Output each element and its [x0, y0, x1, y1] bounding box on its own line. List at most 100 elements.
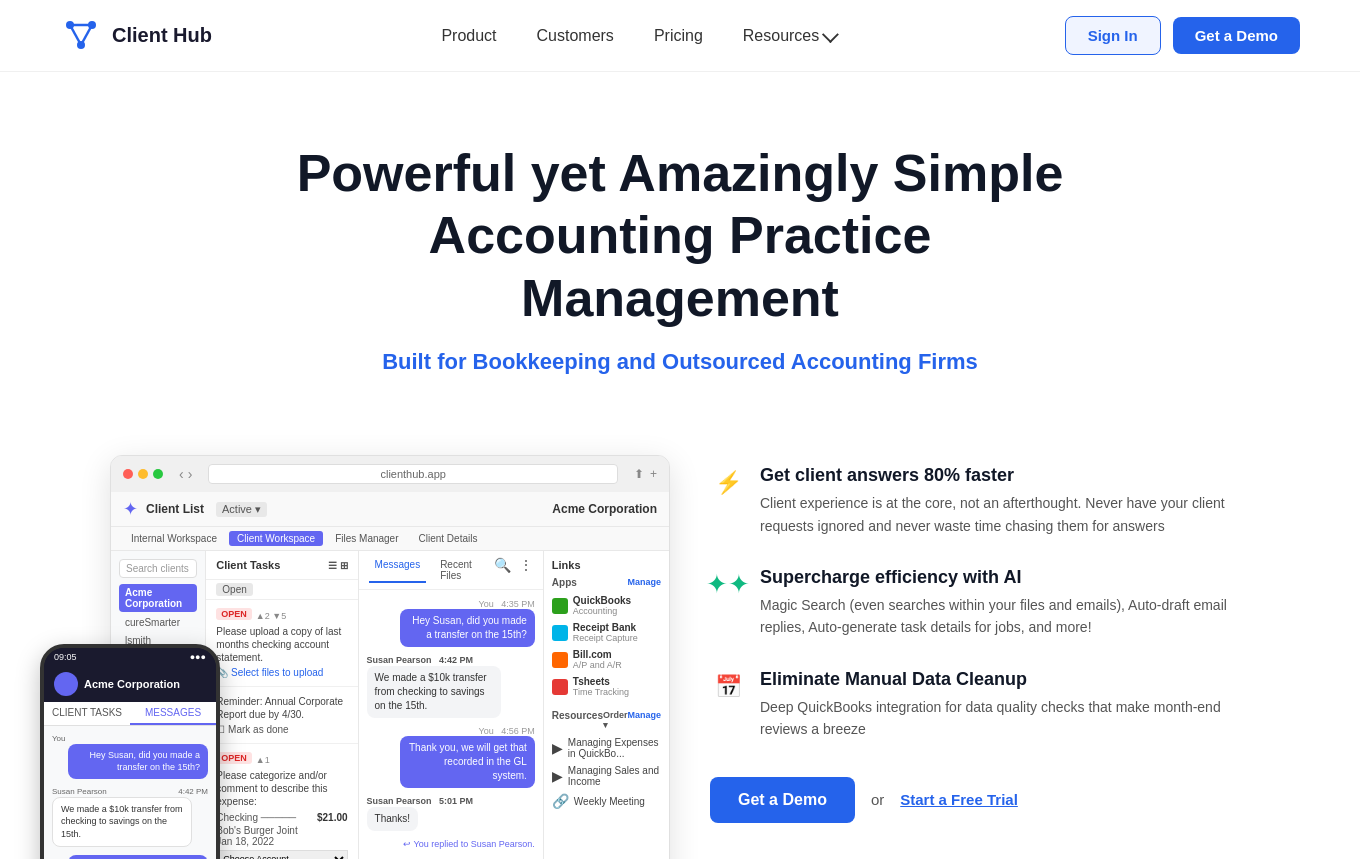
browser-back-icon[interactable]: ‹: [179, 466, 184, 482]
tab-recent-files[interactable]: Recent Files: [434, 557, 478, 583]
video-icon: ▶: [552, 768, 563, 784]
app-tabs-bar: Internal Workspace Client Workspace File…: [111, 527, 669, 551]
logo-icon: [60, 15, 102, 57]
conversation-panel: Messages Recent Files 🔍 ⋮ You 4:35 PM He…: [359, 551, 543, 859]
content-area: 09:05 ●●● Acme Corporation CLIENT TASKS …: [50, 455, 1310, 859]
list-item[interactable]: cureSmarter: [119, 614, 197, 631]
tsheets-icon: [552, 679, 568, 695]
browser-bar: ‹ › clienthub.app ⬆ +: [111, 456, 669, 492]
feature-speed-title: Get client answers 80% faster: [760, 465, 1250, 486]
mobile-time: 09:05: [54, 652, 77, 662]
demo-button-nav[interactable]: Get a Demo: [1173, 17, 1300, 54]
hero-subtitle: Built for Bookkeeping and Outsourced Acc…: [40, 349, 1320, 375]
list-item: Susan Pearson 4:42 PM We made a $10k tra…: [367, 655, 535, 718]
browser-forward-icon[interactable]: ›: [188, 466, 193, 482]
tab-files[interactable]: Files Manager: [327, 531, 406, 546]
tasks-title: Client Tasks: [216, 559, 280, 571]
feature-cleanup-title: Eliminate Manual Data Cleanup: [760, 669, 1250, 690]
nav-actions: Sign In Get a Demo: [1065, 16, 1300, 55]
tab-messages[interactable]: Messages: [369, 557, 427, 583]
receipt-bank-icon: [552, 625, 568, 641]
app-status-badge: Active ▾: [216, 502, 267, 517]
choose-account-select[interactable]: Choose Account: [216, 850, 347, 859]
calendar-check-icon: 📅: [710, 669, 746, 705]
logo-link[interactable]: Client Hub: [60, 15, 212, 57]
signin-button[interactable]: Sign In: [1065, 16, 1161, 55]
app-client-list-title: Client List: [146, 502, 204, 516]
browser-add-tab-icon[interactable]: +: [650, 467, 657, 481]
search-icon[interactable]: 🔍: [494, 557, 511, 583]
bill-icon: [552, 652, 568, 668]
trial-button[interactable]: Start a Free Trial: [900, 791, 1018, 808]
nav-resources[interactable]: Resources: [743, 27, 835, 45]
table-row: Reminder: Annual Corporate Report due by…: [206, 687, 357, 744]
feature-ai-title: Supercharge efficiency with AI: [760, 567, 1250, 588]
video-icon: ▶: [552, 740, 563, 756]
nav-product[interactable]: Product: [441, 27, 496, 44]
sidebar-item-active[interactable]: Acme Corporation: [119, 584, 197, 612]
feature-ai: ✦✦ Supercharge efficiency with AI Magic …: [710, 567, 1250, 639]
nav-pricing[interactable]: Pricing: [654, 27, 703, 44]
nav-customers[interactable]: Customers: [537, 27, 614, 44]
table-row: OPEN ▲1 Please categorize and/or comment…: [206, 744, 357, 859]
cta-area: Get a Demo or Start a Free Trial: [710, 777, 1250, 823]
tab-internal[interactable]: Internal Workspace: [123, 531, 225, 546]
browser-url[interactable]: clienthub.app: [208, 464, 618, 484]
manage-apps-link[interactable]: Manage: [627, 577, 661, 588]
feature-speed: ⚡ Get client answers 80% faster Client e…: [710, 465, 1250, 537]
task-action-link[interactable]: 📎 Select files to upload: [216, 667, 347, 678]
list-item: You Hey Susan, did you made a transfer o…: [52, 734, 208, 779]
mobile-screenshot: 09:05 ●●● Acme Corporation CLIENT TASKS …: [40, 644, 220, 859]
screenshot-container: 09:05 ●●● Acme Corporation CLIENT TASKS …: [110, 455, 670, 859]
task-badge-open: OPEN: [216, 752, 252, 764]
browser-share-icon[interactable]: ⬆: [634, 467, 644, 481]
task-checkbox[interactable]: ☐ Mark as done: [216, 724, 347, 735]
app-logo-icon: ✦: [123, 498, 138, 520]
apps-section: Apps Manage QuickBooksAccounting Receipt…: [552, 577, 661, 700]
filter-open[interactable]: Open: [216, 583, 252, 596]
manage-resources-link[interactable]: Manage: [627, 710, 661, 730]
tasks-view-toggle[interactable]: ☰ ⊞: [328, 560, 348, 571]
tab-details[interactable]: Client Details: [411, 531, 486, 546]
sparkle-icon: ✦✦: [710, 567, 746, 603]
cta-or-text: or: [871, 791, 884, 808]
logo-text: Client Hub: [112, 24, 212, 47]
mobile-signal: ●●●: [190, 652, 206, 662]
hero-section: Powerful yet Amazingly Simple Accounting…: [0, 72, 1360, 455]
more-options-icon[interactable]: ⋮: [519, 557, 533, 583]
mobile-tab-tasks[interactable]: CLIENT TASKS: [44, 702, 130, 725]
list-item: ▶ Managing Sales and Income: [552, 762, 661, 790]
sidebar-search[interactable]: Search clients: [119, 559, 197, 578]
browser-minimize-dot: [138, 469, 148, 479]
features-section: ⚡ Get client answers 80% faster Client e…: [710, 455, 1250, 822]
list-item: Thank you, we will get that recorded in …: [52, 855, 208, 859]
task-text: Please upload a copy of last months chec…: [216, 625, 347, 664]
list-item: ▶ Managing Expenses in QuickBo...: [552, 734, 661, 762]
link-icon: 🔗: [552, 793, 569, 809]
list-item: Susan Pearson 5:01 PM Thanks!: [367, 796, 535, 831]
list-item: QuickBooksAccounting: [552, 592, 661, 619]
feature-speed-desc: Client experience is at the core, not an…: [760, 492, 1250, 537]
tasks-panel: Client Tasks ☰ ⊞ Open OPEN ▲2 ▼5: [206, 551, 358, 859]
browser-close-dot: [123, 469, 133, 479]
navbar: Client Hub Product Customers Pricing Res…: [0, 0, 1360, 72]
links-title: Links: [552, 559, 661, 571]
mobile-body: You Hey Susan, did you made a transfer o…: [44, 726, 216, 859]
mobile-tabs: CLIENT TASKS MESSAGES: [44, 702, 216, 726]
svg-line-3: [70, 25, 81, 45]
list-item: Bill.comA/P and A/R: [552, 646, 661, 673]
list-item: Susan Pearson4:42 PM We made a $10k tran…: [52, 787, 208, 847]
demo-button-main[interactable]: Get a Demo: [710, 777, 855, 823]
list-item: Receipt BankReceipt Capture: [552, 619, 661, 646]
nav-links: Product Customers Pricing Resources: [441, 27, 835, 45]
mobile-tab-messages[interactable]: MESSAGES: [130, 702, 216, 725]
conversation-tabs: Messages Recent Files 🔍 ⋮: [359, 551, 543, 590]
app-client-name: Acme Corporation: [552, 502, 657, 516]
list-item: ↩ You replied to Susan Pearson.: [367, 839, 535, 849]
table-row: OPEN ▲2 ▼5 Please upload a copy of last …: [206, 600, 357, 687]
conversation-messages: You 4:35 PM Hey Susan, did you made a tr…: [359, 590, 543, 859]
tab-client[interactable]: Client Workspace: [229, 531, 323, 546]
mobile-messages: You Hey Susan, did you made a transfer o…: [44, 726, 216, 859]
hero-title: Powerful yet Amazingly Simple Accounting…: [270, 142, 1090, 329]
list-item: You 4:35 PM Hey Susan, did you made a tr…: [367, 599, 535, 647]
